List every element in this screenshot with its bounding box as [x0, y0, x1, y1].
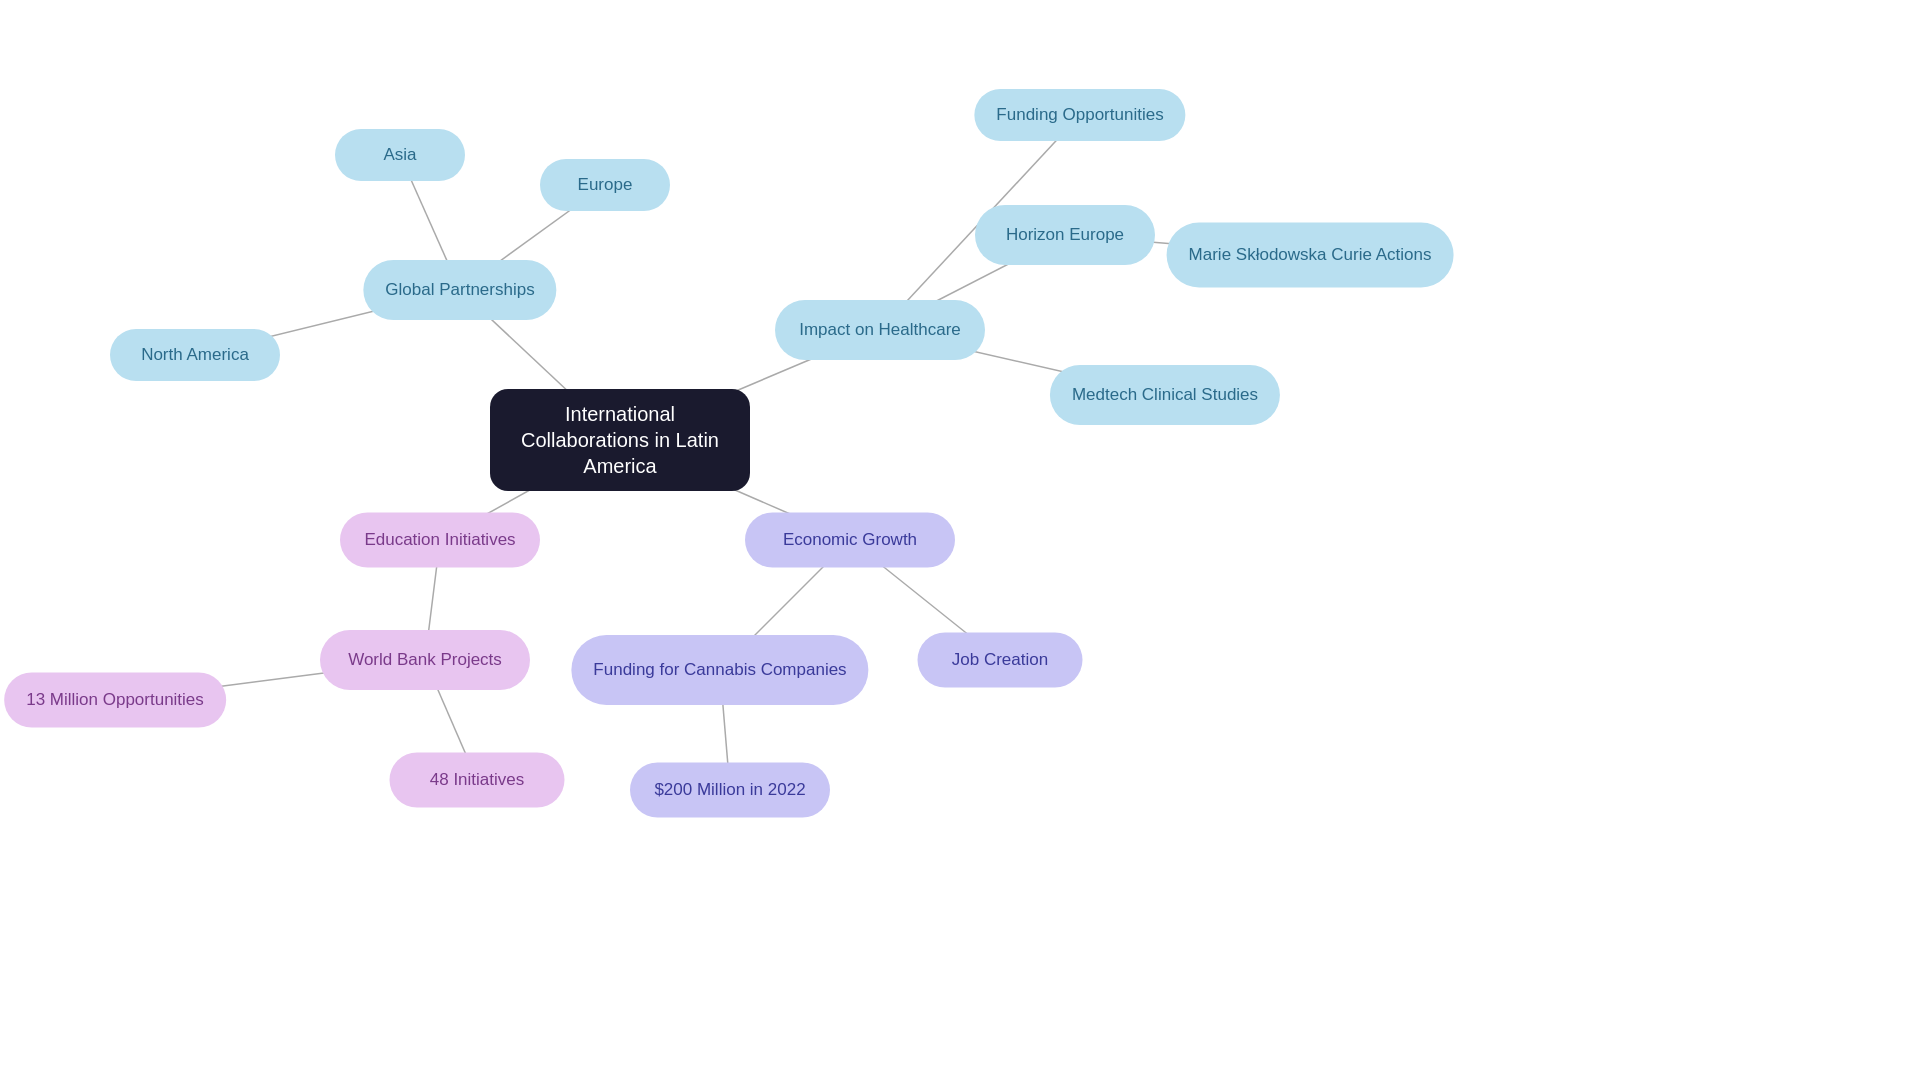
marie-curie-node[interactable]: Marie Skłodowska Curie Actions: [1167, 223, 1454, 288]
global-partnerships-node[interactable]: Global Partnerships: [363, 260, 556, 320]
economic-growth-label: Economic Growth: [783, 529, 917, 551]
north-america-node[interactable]: North America: [110, 329, 280, 381]
job-creation-node[interactable]: Job Creation: [918, 633, 1083, 688]
impact-healthcare-node[interactable]: Impact on Healthcare: [775, 300, 985, 360]
funding-opportunities-node[interactable]: Funding Opportunities: [974, 89, 1185, 141]
funding-cannabis-label: Funding for Cannabis Companies: [593, 659, 846, 681]
europe-label: Europe: [578, 174, 633, 196]
horizon-europe-label: Horizon Europe: [1006, 224, 1124, 246]
education-initiatives-label: Education Initiatives: [364, 529, 515, 551]
initiatives-48-node[interactable]: 48 Initiatives: [390, 753, 565, 808]
center-node[interactable]: International Collaborations in Latin Am…: [490, 389, 750, 491]
medtech-node[interactable]: Medtech Clinical Studies: [1050, 365, 1280, 425]
global-partnerships-label: Global Partnerships: [385, 279, 534, 301]
center-label: International Collaborations in Latin Am…: [512, 401, 728, 479]
million-opportunities-node[interactable]: 13 Million Opportunities: [4, 673, 226, 728]
million-opportunities-label: 13 Million Opportunities: [26, 689, 204, 711]
marie-curie-label: Marie Skłodowska Curie Actions: [1189, 244, 1432, 266]
connector-lines: [0, 0, 1920, 1083]
initiatives-48-label: 48 Initiatives: [430, 769, 525, 791]
education-initiatives-node[interactable]: Education Initiatives: [340, 513, 540, 568]
asia-label: Asia: [383, 144, 416, 166]
impact-healthcare-label: Impact on Healthcare: [799, 319, 961, 341]
million-200-label: $200 Million in 2022: [654, 779, 805, 801]
world-bank-label: World Bank Projects: [348, 649, 502, 671]
horizon-europe-node[interactable]: Horizon Europe: [975, 205, 1155, 265]
medtech-label: Medtech Clinical Studies: [1072, 384, 1258, 406]
asia-node[interactable]: Asia: [335, 129, 465, 181]
mindmap-canvas: International Collaborations in Latin Am…: [0, 0, 1920, 1083]
economic-growth-node[interactable]: Economic Growth: [745, 513, 955, 568]
europe-node[interactable]: Europe: [540, 159, 670, 211]
job-creation-label: Job Creation: [952, 649, 1048, 671]
world-bank-node[interactable]: World Bank Projects: [320, 630, 530, 690]
north-america-label: North America: [141, 344, 249, 366]
funding-cannabis-node[interactable]: Funding for Cannabis Companies: [571, 635, 868, 705]
million-200-node[interactable]: $200 Million in 2022: [630, 763, 830, 818]
funding-opportunities-label: Funding Opportunities: [996, 104, 1163, 126]
